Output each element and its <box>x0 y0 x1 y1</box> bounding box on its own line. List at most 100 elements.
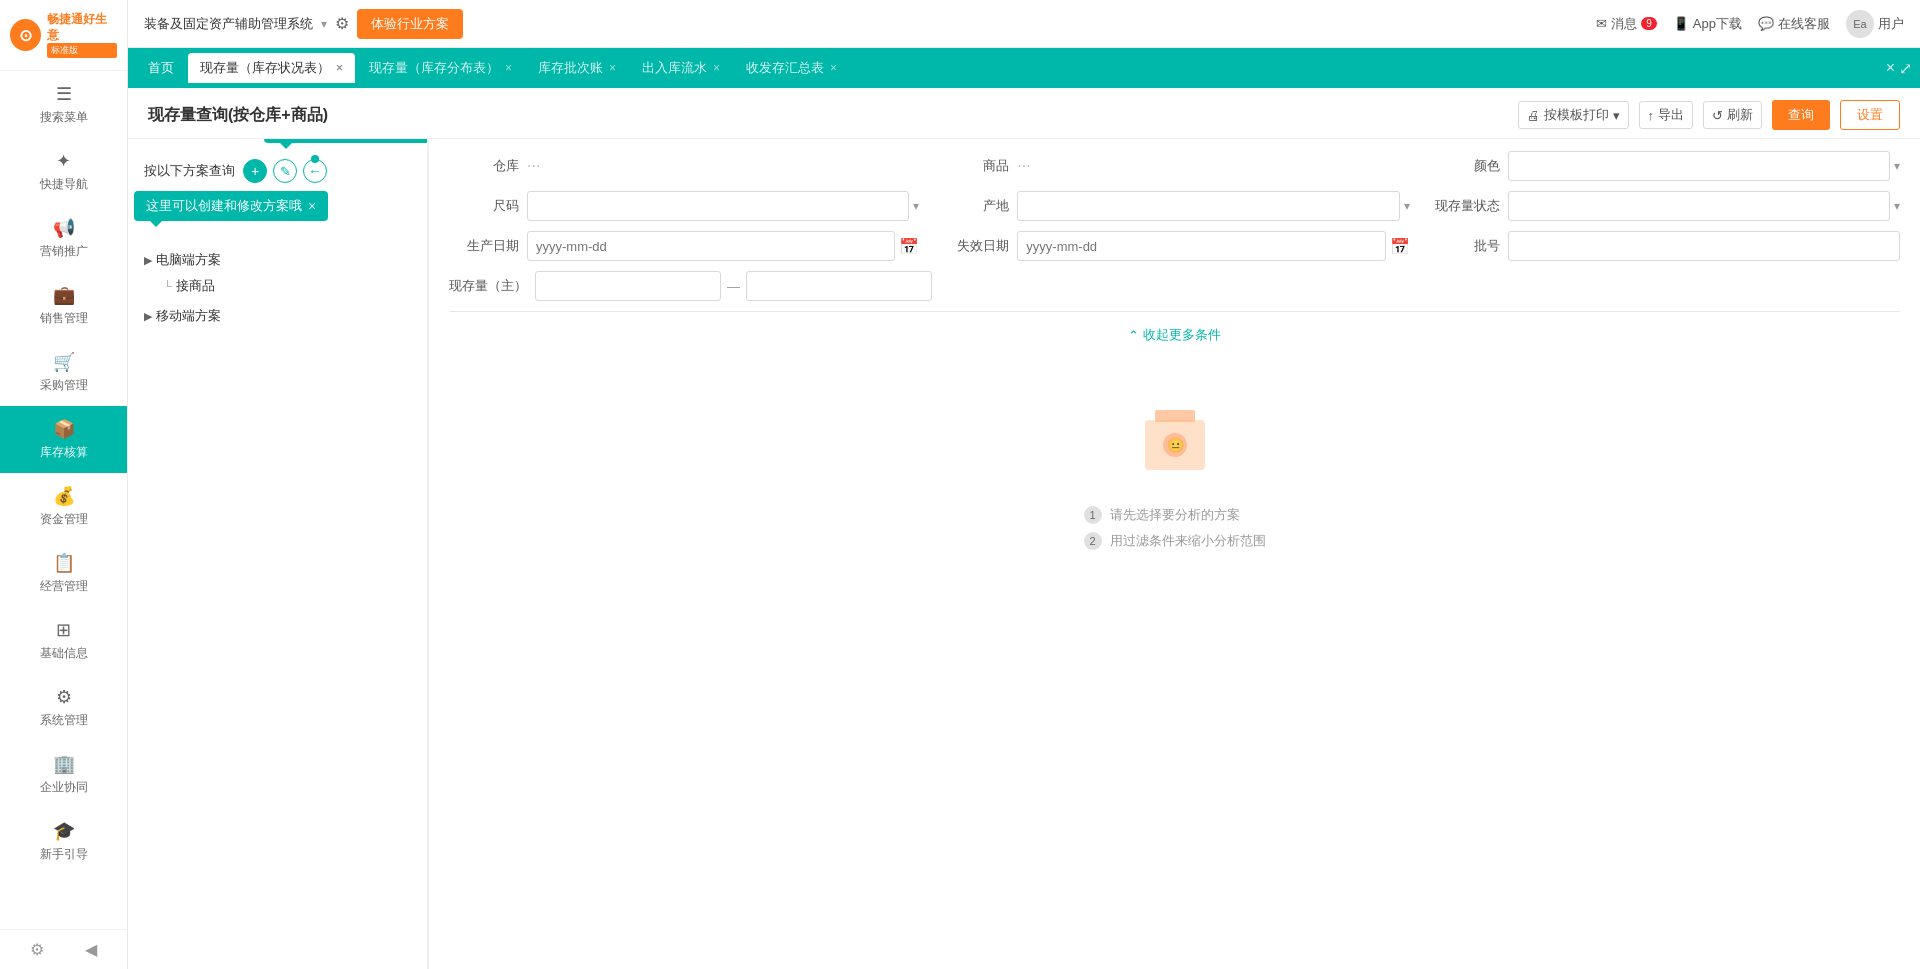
filter-row-4: 现存量（主） — <box>449 271 1900 301</box>
sidebar-item-search[interactable]: ☰ 搜索菜单 <box>0 71 127 138</box>
expire-date-calendar-icon[interactable]: 📅 <box>1390 237 1410 256</box>
app-download-btn[interactable]: 📱 App下载 <box>1673 15 1742 33</box>
tooltip2-close-btn[interactable]: × <box>308 198 316 214</box>
tab-close-inventory-dist[interactable]: × <box>505 61 512 75</box>
sidebar-item-basic[interactable]: ⊞ 基础信息 <box>0 607 127 674</box>
filter-actions: + ✎ ← <box>243 159 327 183</box>
print-btn[interactable]: 🖨 按模板打印 ▾ <box>1518 101 1629 129</box>
tab-home[interactable]: 首页 <box>136 53 186 83</box>
filter-fields-panel: 仓库 ··· 商品 ··· 颜色 ▾ <box>428 139 1920 969</box>
goods-field: 商品 ··· <box>939 151 1409 181</box>
reset-button[interactable]: 设置 <box>1840 100 1900 130</box>
sidebar-item-sales[interactable]: 💼 销售管理 <box>0 272 127 339</box>
collapse-filter-btn[interactable]: ⌃ 收起更多条件 <box>449 320 1900 350</box>
system-name: 装备及固定资产辅助管理系统 <box>144 15 313 33</box>
produce-date-input-wrap: 📅 <box>527 231 919 261</box>
message-btn[interactable]: ✉ 消息 9 <box>1596 15 1657 33</box>
step-num-2: 2 <box>1084 532 1102 550</box>
scheme-child-goods[interactable]: └ 接商品 <box>164 273 411 299</box>
filter-row-3: 生产日期 📅 失效日期 📅 <box>449 231 1900 261</box>
refresh-btn[interactable]: ↺ 刷新 <box>1703 101 1762 129</box>
logo-text: 畅捷通好生意 标准版 <box>47 12 117 58</box>
search-button[interactable]: 查询 <box>1772 100 1830 130</box>
mobile-scheme-node[interactable]: ▶ 移动端方案 <box>144 303 411 329</box>
tab-close-in-out-flow[interactable]: × <box>713 61 720 75</box>
export-icon: ↑ <box>1648 108 1655 123</box>
online-service-btn[interactable]: 💬 在线客服 <box>1758 15 1830 33</box>
tab-collect-summary[interactable]: 收发存汇总表 × <box>734 53 849 83</box>
produce-date-input[interactable] <box>527 231 895 261</box>
sidebar-item-finance[interactable]: 💰 资金管理 <box>0 473 127 540</box>
print-icon: 🖨 <box>1527 108 1540 123</box>
header-right: ✉ 消息 9 📱 App下载 💬 在线客服 Ea 用户 <box>1596 10 1904 38</box>
tab-batch-ledger[interactable]: 库存批次账 × <box>526 53 628 83</box>
batch-input[interactable] <box>1508 231 1900 261</box>
inventory-icon: 📦 <box>53 418 75 440</box>
sidebar-item-guide[interactable]: ✦ 快捷导航 <box>0 138 127 205</box>
edit-scheme-btn[interactable]: ✎ <box>273 159 297 183</box>
empty-steps: 1 请先选择要分析的方案 2 用过滤条件来缩小分析范围 <box>1084 506 1266 550</box>
tab-expand-btn[interactable]: ⤢ <box>1899 59 1912 78</box>
pc-scheme-node[interactable]: ▶ 电脑端方案 <box>144 247 411 273</box>
sidebar: ⊙ 畅捷通好生意 标准版 ☰ 搜索菜单 ✦ 快捷导航 📢 营销推广 💼 销售管理 <box>0 0 128 969</box>
step-num-1: 1 <box>1084 506 1102 524</box>
tab-close-batch-ledger[interactable]: × <box>609 61 616 75</box>
stock-status-dropdown-icon[interactable]: ▾ <box>1894 199 1900 213</box>
warehouse-field: 仓库 ··· <box>449 151 919 181</box>
tab-close-collect-summary[interactable]: × <box>830 61 837 75</box>
stock-status-input[interactable] <box>1508 191 1890 221</box>
sidebar-item-operation[interactable]: 📋 经营管理 <box>0 540 127 607</box>
produce-date-calendar-icon[interactable]: 📅 <box>899 237 919 256</box>
svg-text:😐: 😐 <box>1166 437 1184 454</box>
sidebar-item-marketing[interactable]: 📢 营销推广 <box>0 205 127 272</box>
size-input[interactable] <box>527 191 909 221</box>
sidebar-collapse-btn[interactable]: ◀ <box>85 940 97 959</box>
scheme-panel: 按以下方案查询 + ✎ ← <box>128 139 428 969</box>
add-scheme-btn[interactable]: + <box>243 159 267 183</box>
sidebar-item-purchase[interactable]: 🛒 采购管理 <box>0 339 127 406</box>
content-area: 现存量查询(按仓库+商品) 🖨 按模板打印 ▾ ↑ 导出 ↺ 刷新 <box>128 88 1920 969</box>
sidebar-item-system[interactable]: ⚙ 系统管理 <box>0 674 127 741</box>
stock-qty-range: — <box>535 271 932 301</box>
marketing-icon: 📢 <box>53 217 75 239</box>
system-dropdown-icon[interactable]: ▾ <box>321 17 327 31</box>
tab-in-out-flow[interactable]: 出入库流水 × <box>630 53 732 83</box>
tooltip1-anchor: ← <box>303 159 327 183</box>
goods-dots[interactable]: ··· <box>1017 157 1409 175</box>
tab-close-inventory-status[interactable]: × <box>336 61 343 75</box>
tab-inventory-dist[interactable]: 现存量（库存分布表） × <box>357 53 524 83</box>
stock-status-field: 现存量状态 ▾ <box>1430 191 1900 221</box>
size-field: 尺码 ▾ <box>449 191 919 221</box>
expire-date-input[interactable] <box>1017 231 1385 261</box>
tab-inventory-status[interactable]: 现存量（库存状况表） × <box>188 53 355 83</box>
batch-label: 批号 <box>1430 237 1500 255</box>
system-icon: ⚙ <box>56 686 72 708</box>
warehouse-dots[interactable]: ··· <box>527 157 919 175</box>
tab-bar: 首页 现存量（库存状况表） × 现存量（库存分布表） × 库存批次账 × 出入库… <box>128 48 1920 88</box>
tab-close-all-btn[interactable]: × <box>1886 59 1895 77</box>
size-dropdown-icon[interactable]: ▾ <box>913 199 919 213</box>
origin-input[interactable] <box>1017 191 1399 221</box>
purchase-icon: 🛒 <box>53 351 75 373</box>
export-btn[interactable]: ↑ 导出 <box>1639 101 1694 129</box>
sidebar-item-newbie[interactable]: 🎓 新手引导 <box>0 808 127 875</box>
trial-button[interactable]: 体验行业方案 <box>357 9 463 39</box>
stock-qty-max-input[interactable] <box>746 271 932 301</box>
empty-step-1: 1 请先选择要分析的方案 <box>1084 506 1266 524</box>
color-field: 颜色 ▾ <box>1430 151 1900 181</box>
color-input[interactable] <box>1508 151 1890 181</box>
collapse-icon: ⌃ <box>1128 328 1139 343</box>
sidebar-settings-btn[interactable]: ⚙ <box>30 940 44 959</box>
sidebar-item-enterprise[interactable]: 🏢 企业协同 <box>0 741 127 808</box>
stock-qty-min-input[interactable] <box>535 271 721 301</box>
header-settings-icon[interactable]: ⚙ <box>335 14 349 33</box>
empty-illustration: 😐 <box>1125 390 1225 490</box>
size-input-wrap: ▾ <box>527 191 919 221</box>
user-menu[interactable]: Ea 用户 <box>1846 10 1904 38</box>
color-dropdown-icon[interactable]: ▾ <box>1894 159 1900 173</box>
sidebar-item-inventory[interactable]: 📦 库存核算 <box>0 406 127 473</box>
origin-field: 产地 ▾ <box>939 191 1409 221</box>
message-icon: ✉ <box>1596 16 1607 31</box>
stock-status-label: 现存量状态 <box>1430 197 1500 215</box>
origin-dropdown-icon[interactable]: ▾ <box>1404 199 1410 213</box>
